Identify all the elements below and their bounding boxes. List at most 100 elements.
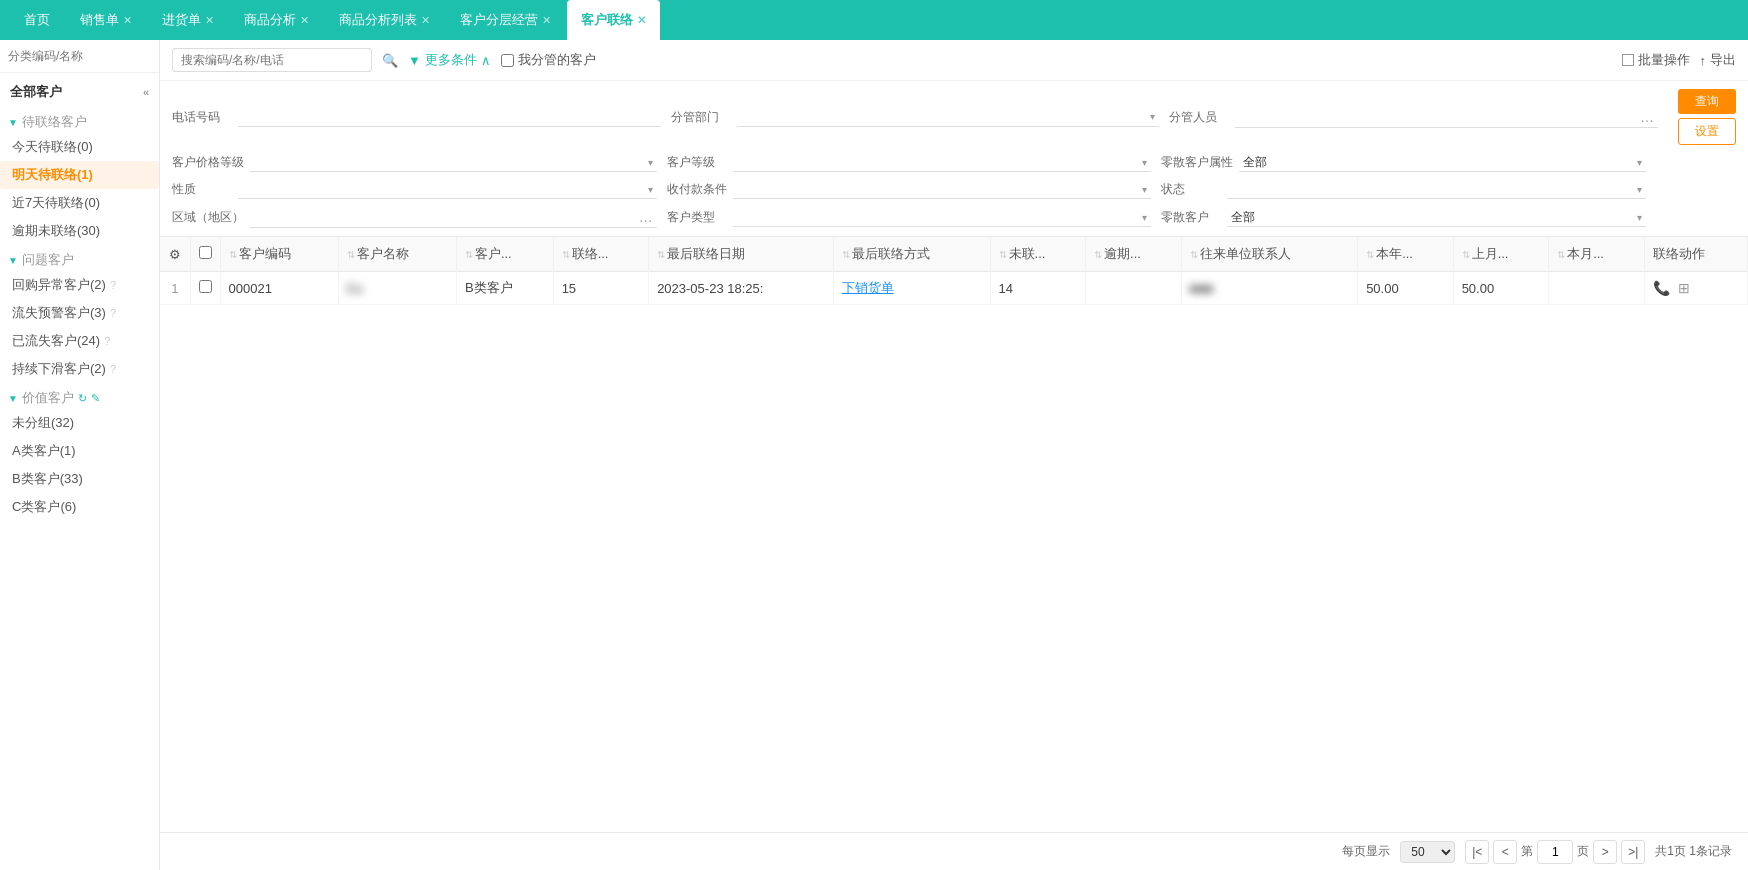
sidebar-item-a-class[interactable]: A类客户(1) (0, 437, 159, 465)
nav-customer-segmentation[interactable]: 客户分层经营 ✕ (446, 0, 565, 40)
sidebar-item-abnormal-repurchase[interactable]: 回购异常客户(2) ? (0, 271, 159, 299)
sort-icon-year[interactable]: ⇅ (1366, 249, 1374, 260)
sidebar-item-tomorrow-pending[interactable]: 明天待联络(1) (0, 161, 159, 189)
first-page-btn[interactable]: |< (1465, 840, 1489, 864)
nav-close-sales[interactable]: ✕ (123, 14, 132, 27)
payment-select-wrapper: ▾ (733, 180, 1152, 199)
more-conditions-btn[interactable]: ▼ 更多条件 ∧ (408, 51, 491, 69)
region-label: 区域（地区） (172, 209, 244, 226)
dept-select[interactable] (737, 108, 1160, 126)
sort-icon-contacts[interactable]: ⇅ (562, 249, 570, 260)
nav-close-contact[interactable]: ✕ (637, 14, 646, 27)
nav-close-product-analysis[interactable]: ✕ (300, 14, 309, 27)
sort-icon-unit[interactable]: ⇅ (1190, 249, 1198, 260)
region-dots[interactable]: … (639, 209, 653, 225)
last-month-column-header: ⇅上月... (1453, 237, 1549, 272)
gender-label: 性质 (172, 181, 232, 198)
nav-product-analysis[interactable]: 商品分析 ✕ (230, 0, 323, 40)
sort-icon-date[interactable]: ⇅ (657, 249, 665, 260)
sort-icon-name[interactable]: ⇅ (347, 249, 355, 260)
search-icon[interactable]: 🔍 (382, 53, 398, 68)
dept-select-wrapper: ▾ (737, 108, 1160, 127)
total-info: 共1页 1条记录 (1655, 843, 1732, 860)
page-input[interactable] (1537, 840, 1573, 864)
table-header: ⚙ ⇅客户编码 ⇅客户名称 ⇅客户... (160, 237, 1748, 272)
sidebar-item-churn-warning[interactable]: 流失预警客户(3) ? (0, 299, 159, 327)
last-page-btn[interactable]: >| (1621, 840, 1645, 864)
edit-icon[interactable]: ✎ (91, 392, 100, 405)
contact-method-link[interactable]: 下销货单 (842, 280, 894, 295)
nav-close-segmentation[interactable]: ✕ (542, 14, 551, 27)
last-contact-method-column-header: ⇅最后联络方式 (833, 237, 990, 272)
retail-attr-field: 零散客户属性 全部 ▾ (1161, 153, 1646, 172)
retail-attr-select[interactable]: 全部 (1239, 153, 1646, 171)
customer-level-select[interactable] (733, 153, 1152, 171)
grid-icon[interactable]: ⊞ (1678, 280, 1690, 296)
refresh-icon[interactable]: ↻ (78, 392, 87, 405)
search-input[interactable] (172, 48, 372, 72)
payment-select[interactable] (733, 180, 1152, 198)
last-contact-date-column-header: ⇅最后联络日期 (649, 237, 833, 272)
sidebar-item-c-class[interactable]: C类客户(6) (0, 493, 159, 521)
nav-close-product-list[interactable]: ✕ (421, 14, 430, 27)
my-customers-checkbox[interactable] (501, 54, 514, 67)
sort-icon-last-month[interactable]: ⇅ (1462, 249, 1470, 260)
export-btn[interactable]: ↑ 导出 (1700, 51, 1737, 69)
nav-close-purchase[interactable]: ✕ (205, 14, 214, 27)
phone-input[interactable] (238, 108, 661, 127)
payment-field: 收付款条件 ▾ (667, 180, 1152, 199)
nav-customer-contact[interactable]: 客户联络 ✕ (567, 0, 660, 40)
table-body: 1 000021 Ea B类客户 15 2023-05-23 18:25: 下销… (160, 272, 1748, 305)
next-page-btn[interactable]: > (1593, 840, 1617, 864)
page-label: 第 (1521, 843, 1533, 860)
nav-product-analysis-list[interactable]: 商品分析列表 ✕ (325, 0, 444, 40)
this-year-column-header: ⇅本年... (1358, 237, 1454, 272)
call-icon[interactable]: 📞 (1653, 280, 1670, 296)
status-select[interactable] (1227, 180, 1646, 198)
prev-page-btn[interactable]: < (1493, 840, 1517, 864)
nav-home[interactable]: 首页 (10, 0, 64, 40)
page-size-select[interactable]: 50 100 200 (1400, 841, 1455, 863)
sidebar: 🔍 全部客户 « ▼ 待联络客户 今天待联络(0) 明天待联络(1) 近7天待联… (0, 40, 160, 870)
advanced-filters-panel: 电话号码 分管部门 ▾ 分管人员 … 查询 (160, 81, 1748, 237)
table-row: 1 000021 Ea B类客户 15 2023-05-23 18:25: 下销… (160, 272, 1748, 305)
sort-icon-code[interactable]: ⇅ (229, 249, 237, 260)
triangle-icon-3: ▼ (8, 393, 18, 404)
customer-value-select[interactable] (250, 153, 657, 171)
status-field: 状态 ▾ (1161, 180, 1646, 199)
sidebar-item-declining[interactable]: 持续下滑客户(2) ? (0, 355, 159, 383)
nav-purchase-order[interactable]: 进货单 ✕ (148, 0, 228, 40)
payment-label: 收付款条件 (667, 181, 727, 198)
query-button[interactable]: 查询 (1678, 89, 1736, 114)
setting-button[interactable]: 设置 (1678, 118, 1736, 145)
batch-op-btn[interactable]: 批量操作 (1622, 51, 1690, 69)
sidebar-item-b-class[interactable]: B类客户(33) (0, 465, 159, 493)
sidebar-all-customers[interactable]: 全部客户 « (10, 79, 149, 105)
sidebar-item-7days-pending[interactable]: 近7天待联络(0) (0, 189, 159, 217)
sort-icon-this-month[interactable]: ⇅ (1557, 249, 1565, 260)
unit-contact-column-header: ⇅往来单位联系人 (1181, 237, 1358, 272)
sidebar-item-overdue-pending[interactable]: 逾期未联络(30) (0, 217, 159, 245)
sidebar-item-churned[interactable]: 已流失客户(24) ? (0, 327, 159, 355)
customer-type-select-wrapper: ▾ (733, 208, 1152, 227)
customer-type-select[interactable] (733, 208, 1152, 226)
sidebar-item-ungrouped[interactable]: 未分组(32) (0, 409, 159, 437)
nav-sales-order[interactable]: 销售单 ✕ (66, 0, 146, 40)
sidebar-item-today-pending[interactable]: 今天待联络(0) (0, 133, 159, 161)
sort-icon-method[interactable]: ⇅ (842, 249, 850, 260)
main-layout: 🔍 全部客户 « ▼ 待联络客户 今天待联络(0) 明天待联络(1) 近7天待联… (0, 40, 1748, 870)
export-icon: ↑ (1700, 53, 1707, 68)
row-select-checkbox[interactable] (199, 280, 212, 293)
retail-select[interactable]: 全部 (1227, 208, 1646, 226)
question-icon-3: ? (104, 335, 110, 347)
sort-icon-overdue[interactable]: ⇅ (1094, 249, 1102, 260)
sort-icon-no-contact[interactable]: ⇅ (999, 249, 1007, 260)
sidebar-search-input[interactable] (8, 49, 158, 63)
sort-icon-type[interactable]: ⇅ (465, 249, 473, 260)
gender-select[interactable] (238, 180, 657, 198)
person-dots[interactable]: … (1640, 109, 1654, 125)
my-customers-checkbox-label[interactable]: 我分管的客户 (501, 51, 596, 69)
gear-icon[interactable]: ⚙ (169, 247, 181, 262)
select-all-checkbox[interactable] (199, 246, 212, 259)
row-contacts: 15 (553, 272, 649, 305)
